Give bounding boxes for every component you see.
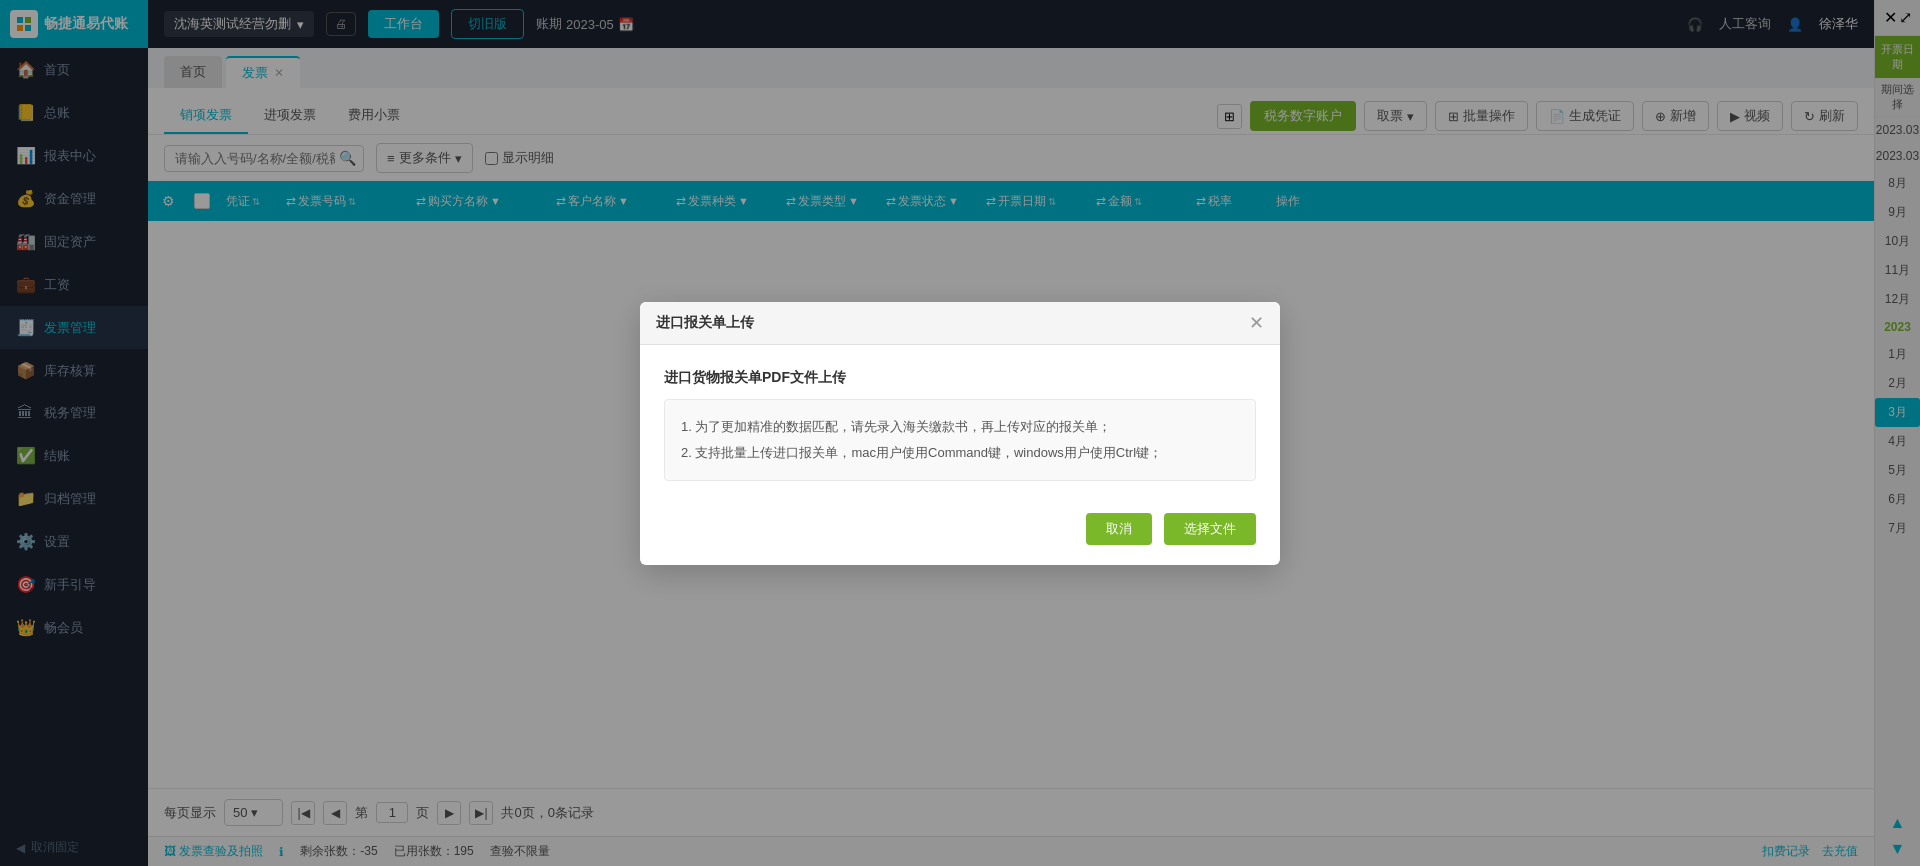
- dialog-info-box: 1. 为了更加精准的数据匹配，请先录入海关缴款书，再上传对应的报关单； 2. 支…: [664, 399, 1256, 481]
- dialog-overlay: 进口报关单上传 ✕ 进口货物报关单PDF文件上传 1. 为了更加精准的数据匹配，…: [0, 0, 1920, 866]
- dialog-close-button[interactable]: ✕: [1249, 314, 1264, 332]
- dialog-subtitle: 进口货物报关单PDF文件上传: [664, 369, 1256, 387]
- dialog-header: 进口报关单上传 ✕: [640, 302, 1280, 345]
- dialog-footer: 取消 选择文件: [640, 501, 1280, 565]
- import-dialog: 进口报关单上传 ✕ 进口货物报关单PDF文件上传 1. 为了更加精准的数据匹配，…: [640, 302, 1280, 565]
- dialog-info-line2: 2. 支持批量上传进口报关单，mac用户使用Command键，windows用户…: [681, 440, 1239, 466]
- dialog-body: 进口货物报关单PDF文件上传 1. 为了更加精准的数据匹配，请先录入海关缴款书，…: [640, 345, 1280, 501]
- cancel-button[interactable]: 取消: [1086, 513, 1152, 545]
- dialog-title: 进口报关单上传: [656, 314, 754, 332]
- dialog-info-line1: 1. 为了更加精准的数据匹配，请先录入海关缴款书，再上传对应的报关单；: [681, 414, 1239, 440]
- select-file-button[interactable]: 选择文件: [1164, 513, 1256, 545]
